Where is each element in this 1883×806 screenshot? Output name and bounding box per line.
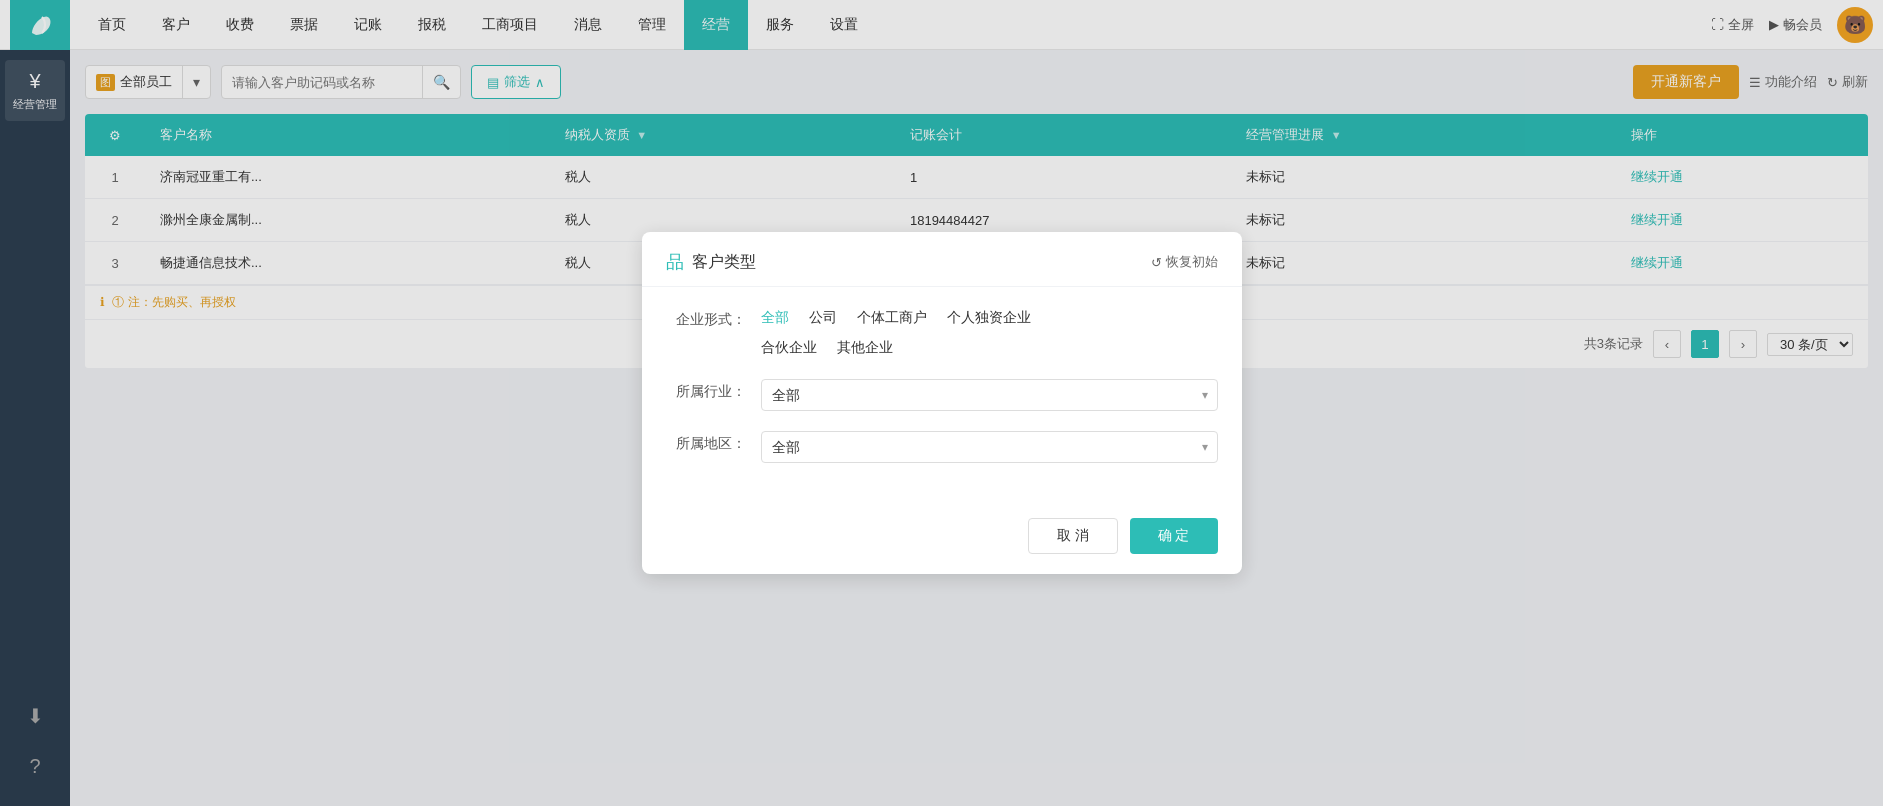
industry-row: 所属行业： 全部 制造业 零售业 服务业 建筑业 ▾ <box>666 379 1218 411</box>
industry-select-wrap: 全部 制造业 零售业 服务业 建筑业 ▾ <box>761 379 1218 411</box>
modal-header: 品 客户类型 ↺ 恢复初始 <box>642 232 1242 287</box>
cancel-button[interactable]: 取 消 <box>1028 518 1118 554</box>
confirm-button[interactable]: 确 定 <box>1130 518 1218 554</box>
modal-footer: 取 消 确 定 <box>642 503 1242 574</box>
enterprise-form-row: 企业形式： 全部 公司 个体工商户 个人独资企业 合伙企业 其他企业 <box>666 307 1218 359</box>
modal-title: 品 客户类型 <box>666 250 756 274</box>
region-select-wrap: 全部 北京 上海 广州 深圳 ▾ <box>761 431 1218 463</box>
enterprise-form-label: 企业形式： <box>666 307 746 329</box>
modal-title-icon: 品 <box>666 250 684 274</box>
type-all[interactable]: 全部 <box>761 307 789 329</box>
type-other[interactable]: 其他企业 <box>837 337 893 359</box>
region-label: 所属地区： <box>666 431 746 453</box>
region-row: 所属地区： 全部 北京 上海 广州 深圳 ▾ <box>666 431 1218 463</box>
type-company[interactable]: 公司 <box>809 307 837 329</box>
restore-button[interactable]: ↺ 恢复初始 <box>1151 253 1218 271</box>
region-select[interactable]: 全部 北京 上海 广州 深圳 <box>761 431 1218 463</box>
enterprise-types-group: 全部 公司 个体工商户 个人独资企业 合伙企业 其他企业 <box>761 307 1218 359</box>
type-individual[interactable]: 个体工商户 <box>857 307 927 329</box>
type-partnership[interactable]: 合伙企业 <box>761 337 817 359</box>
type-sole[interactable]: 个人独资企业 <box>947 307 1031 329</box>
enterprise-types: 全部 公司 个体工商户 个人独资企业 <box>761 307 1218 329</box>
restore-icon: ↺ <box>1151 255 1162 270</box>
enterprise-types-row2: 合伙企业 其他企业 <box>761 337 1218 359</box>
industry-select[interactable]: 全部 制造业 零售业 服务业 建筑业 <box>761 379 1218 411</box>
modal-body: 企业形式： 全部 公司 个体工商户 个人独资企业 合伙企业 其他企业 所属行业： <box>642 287 1242 503</box>
region-select-container: 全部 北京 上海 广州 深圳 ▾ <box>761 431 1218 463</box>
industry-select-container: 全部 制造业 零售业 服务业 建筑业 ▾ <box>761 379 1218 411</box>
filter-modal: 品 客户类型 ↺ 恢复初始 企业形式： 全部 公司 个体工商户 个人独资企业 合… <box>642 232 1242 574</box>
industry-label: 所属行业： <box>666 379 746 401</box>
